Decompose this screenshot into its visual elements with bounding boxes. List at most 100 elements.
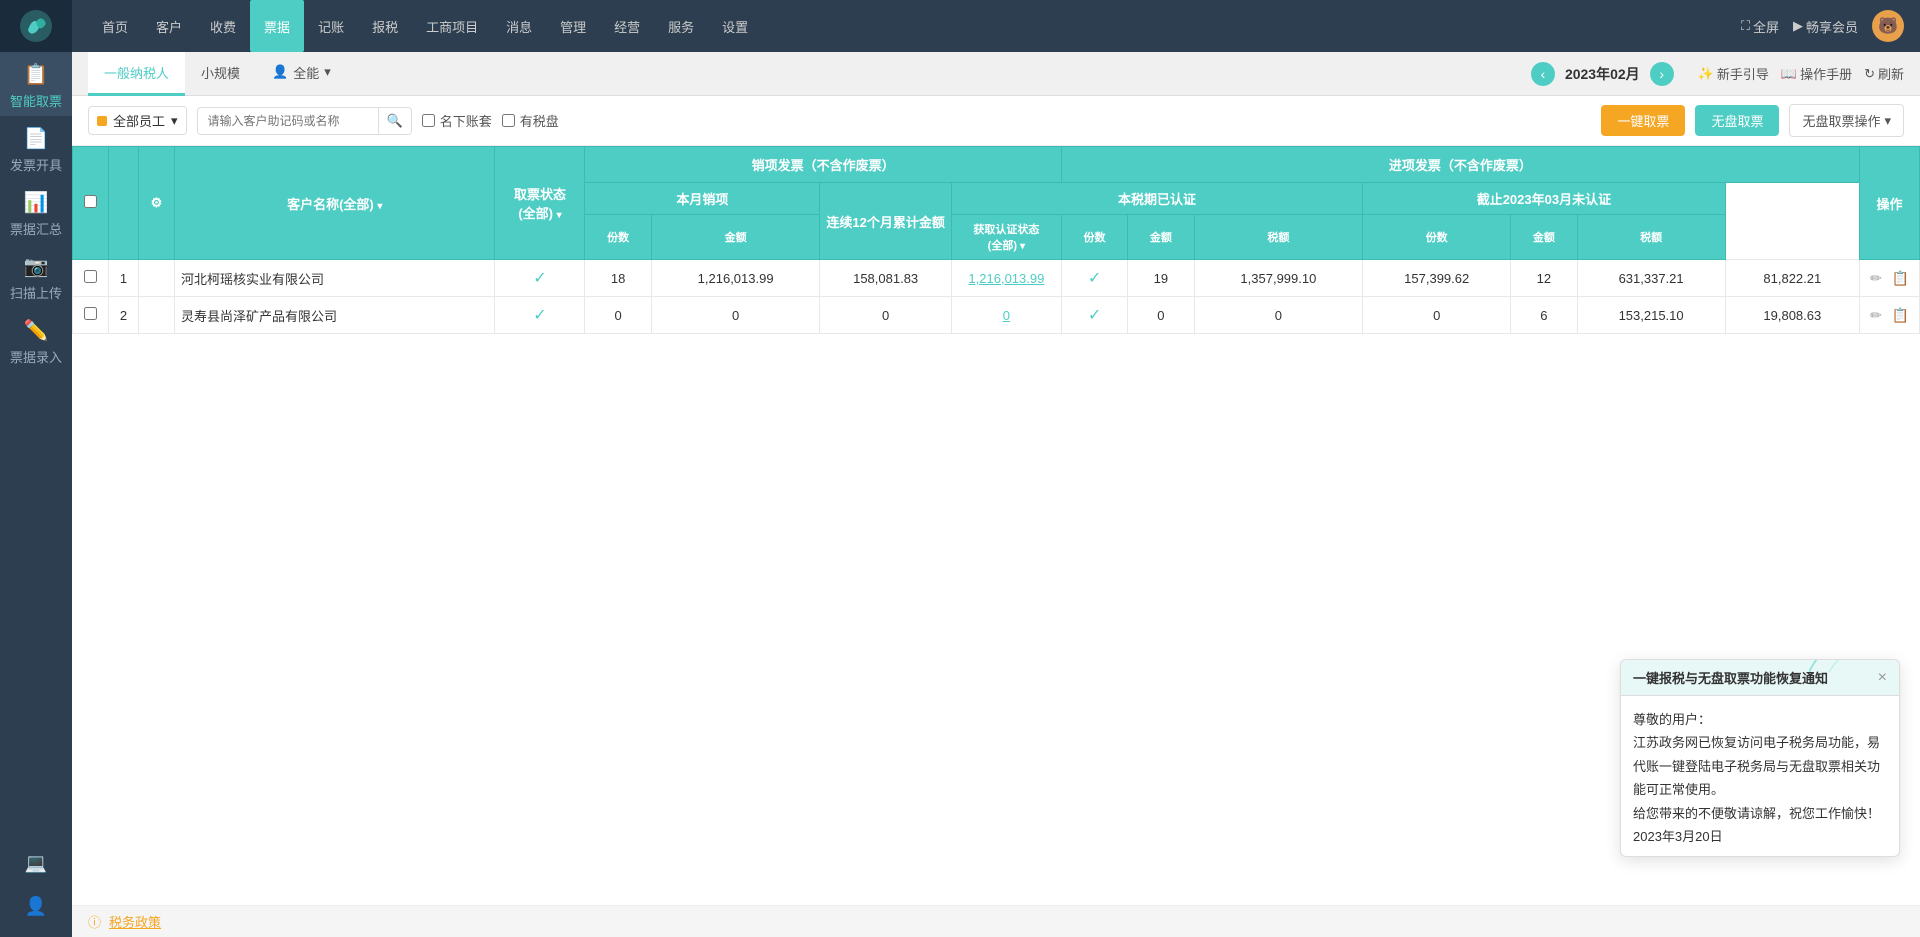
notification-close-btn[interactable]: × xyxy=(1878,669,1887,687)
dropdown-icon: ▾ xyxy=(324,64,331,80)
tab-actions: ✨ 新手引导 📖 操作手册 ↻ 刷新 xyxy=(1698,64,1904,83)
notification-text: 尊敬的用户： 江苏政务网已恢复访问电子税务局功能，易代账一键登陆电子税务局与无盘… xyxy=(1633,708,1887,848)
sidebar-item-label: 票据录入 xyxy=(10,347,62,366)
statusbar-text[interactable]: 税务政策 xyxy=(109,912,161,931)
tab-label: 全能 xyxy=(293,63,319,82)
one-click-fetch-btn[interactable]: 一键取票 xyxy=(1601,105,1685,136)
nav-customer[interactable]: 客户 xyxy=(142,0,196,52)
th-index xyxy=(109,147,139,260)
th-uncert-count: 份数 xyxy=(1363,215,1511,260)
nav-bookkeeping[interactable]: 记账 xyxy=(304,0,358,52)
topnav-right: ⛶ 全屏 ▶ 畅享会员 🐻 xyxy=(1741,10,1904,42)
search-input[interactable] xyxy=(198,109,378,133)
sidebar-item-piaojuhuizong[interactable]: 📊 票据汇总 xyxy=(0,180,72,244)
date-prev-btn[interactable]: ‹ xyxy=(1531,62,1555,86)
nav-invoice[interactable]: 票据 xyxy=(250,0,304,52)
th-purchase-invoice: 进项发票（不含作废票） xyxy=(1061,147,1859,183)
checkbox-has-disk[interactable]: 有税盘 xyxy=(502,111,559,130)
th-checkbox xyxy=(73,147,109,260)
toolbar: 全部员工 ▾ 🔍 名下账套 有税盘 一键取票 无盘取票 无盘取票操作 ▾ xyxy=(72,96,1920,146)
notification-title: 一键报税与无盘取票功能恢复通知 xyxy=(1633,668,1828,687)
cert-check-icon: ✓ xyxy=(1088,270,1101,287)
checkbox-own-account-input[interactable] xyxy=(422,114,435,127)
member-icon: ▶ xyxy=(1793,18,1803,34)
th-uncert-tax: 税额 xyxy=(1577,215,1725,260)
sidebar-item-saomiaoshangchuan[interactable]: 📷 扫描上传 xyxy=(0,244,72,308)
row-cert-count: 0 xyxy=(1128,297,1194,334)
row-checkbox[interactable] xyxy=(73,297,109,334)
sidebar-item-fapiaokaiju[interactable]: 📄 发票开具 xyxy=(0,116,72,180)
table-row: 2 灵寿县尚泽矿产品有限公司 ✓ 0 0 0 0 ✓ 0 0 0 6 153,2… xyxy=(73,297,1920,334)
nav-home[interactable]: 首页 xyxy=(88,0,142,52)
edit-icon[interactable]: ✏ xyxy=(1870,307,1882,323)
select-all-checkbox[interactable] xyxy=(84,195,97,208)
cert-check-icon: ✓ xyxy=(1088,307,1101,324)
table-body: 1 河北柯瑶核实业有限公司 ✓ 18 1,216,013.99 158,081.… xyxy=(73,260,1920,334)
detail-icon[interactable]: 📋 xyxy=(1891,270,1908,286)
row-cumulative-12m[interactable]: 0 xyxy=(951,297,1061,334)
detail-icon[interactable]: 📋 xyxy=(1891,307,1908,323)
sidebar-item-label: 扫描上传 xyxy=(10,283,62,302)
nav-settings[interactable]: 设置 xyxy=(708,0,762,52)
invoice-open-icon: 📄 xyxy=(24,126,49,151)
row-uncert-count: 6 xyxy=(1511,297,1577,334)
row-fetch-status: ✓ xyxy=(495,297,585,334)
sidebar-item-label: 智能取票 xyxy=(10,91,62,110)
sidebar-bottom-user[interactable]: 👤 xyxy=(0,888,72,925)
nav-message[interactable]: 消息 xyxy=(492,0,546,52)
row-sales-amount: 1,216,013.99 xyxy=(651,260,820,297)
edit-icon[interactable]: ✏ xyxy=(1870,270,1882,286)
info-icon: ⓘ xyxy=(88,912,101,931)
row-cumulative-12m[interactable]: 1,216,013.99 xyxy=(951,260,1061,297)
dot-icon xyxy=(97,116,107,126)
sidebar: 📋 智能取票 📄 发票开具 📊 票据汇总 📷 扫描上传 ✏️ 票据录入 💻 👤 xyxy=(0,0,72,937)
search-button[interactable]: 🔍 xyxy=(378,108,411,134)
nav-business[interactable]: 工商项目 xyxy=(412,0,492,52)
row-cert-count: 19 xyxy=(1128,260,1194,297)
sidebar-item-zhiqupiao[interactable]: 📋 智能取票 xyxy=(0,52,72,116)
row-sales-count: 18 xyxy=(585,260,651,297)
row-customer-name: 灵寿县尚泽矿产品有限公司 xyxy=(175,297,495,334)
employee-label: 全部员工 xyxy=(113,111,165,130)
nav-tax[interactable]: 报税 xyxy=(358,0,412,52)
no-disk-operations-btn[interactable]: 无盘取票操作 ▾ xyxy=(1789,104,1904,137)
nav-fee[interactable]: 收费 xyxy=(196,0,250,52)
tab-general-taxpayer[interactable]: 一般纳税人 xyxy=(88,52,185,96)
row-cert-amount: 1,357,999.10 xyxy=(1194,260,1363,297)
refresh-btn[interactable]: ↻ 刷新 xyxy=(1864,64,1904,83)
th-fetch-status: 取票状态(全部) ▾ xyxy=(495,147,585,260)
checkbox-own-account[interactable]: 名下账套 xyxy=(422,111,492,130)
fullscreen-btn[interactable]: ⛶ 全屏 xyxy=(1741,17,1779,36)
th-uncertified-2023-03: 截止2023年03月未认证 xyxy=(1363,183,1725,215)
th-cert-tax: 税额 xyxy=(1194,215,1363,260)
checkbox-has-disk-input[interactable] xyxy=(502,114,515,127)
th-cert-count: 份数 xyxy=(1061,215,1127,260)
no-disk-fetch-btn[interactable]: 无盘取票 xyxy=(1695,105,1779,136)
row-checkbox[interactable] xyxy=(73,260,109,297)
row-cert-tax: 157,399.62 xyxy=(1363,260,1511,297)
th-customer-name: 客户名称(全部) ▾ xyxy=(175,147,495,260)
row-cert-status: ✓ xyxy=(1061,297,1127,334)
tab-small-scale[interactable]: 小规模 xyxy=(185,52,256,96)
tab-all[interactable]: 👤 全能 ▾ xyxy=(256,52,347,96)
fetch-ticket-icon: 📋 xyxy=(24,62,49,87)
sidebar-bottom-computer[interactable]: 💻 xyxy=(0,845,72,882)
new-guide-btn[interactable]: ✨ 新手引导 xyxy=(1698,64,1769,83)
date-next-btn[interactable]: › xyxy=(1650,62,1674,86)
nav-management[interactable]: 管理 xyxy=(546,0,600,52)
date-display: 2023年02月 xyxy=(1565,64,1640,84)
row-actions: ✏ 📋 xyxy=(1860,297,1920,334)
manual-btn[interactable]: 📖 操作手册 xyxy=(1781,64,1852,83)
employee-select[interactable]: 全部员工 ▾ xyxy=(88,106,187,135)
sidebar-item-piaojururu[interactable]: ✏️ 票据录入 xyxy=(0,308,72,372)
avatar[interactable]: 🐻 xyxy=(1872,10,1904,42)
nav-operation[interactable]: 经营 xyxy=(600,0,654,52)
row-uncert-amount: 153,215.10 xyxy=(1577,297,1725,334)
row-index: 2 xyxy=(109,297,139,334)
employee-dropdown-icon: ▾ xyxy=(171,113,178,129)
row-sales-amount: 0 xyxy=(651,297,820,334)
th-sales-count: 份数 xyxy=(585,215,651,260)
nav-service[interactable]: 服务 xyxy=(654,0,708,52)
member-btn[interactable]: ▶ 畅享会员 xyxy=(1793,17,1858,36)
refresh-icon: ↻ xyxy=(1864,66,1875,82)
